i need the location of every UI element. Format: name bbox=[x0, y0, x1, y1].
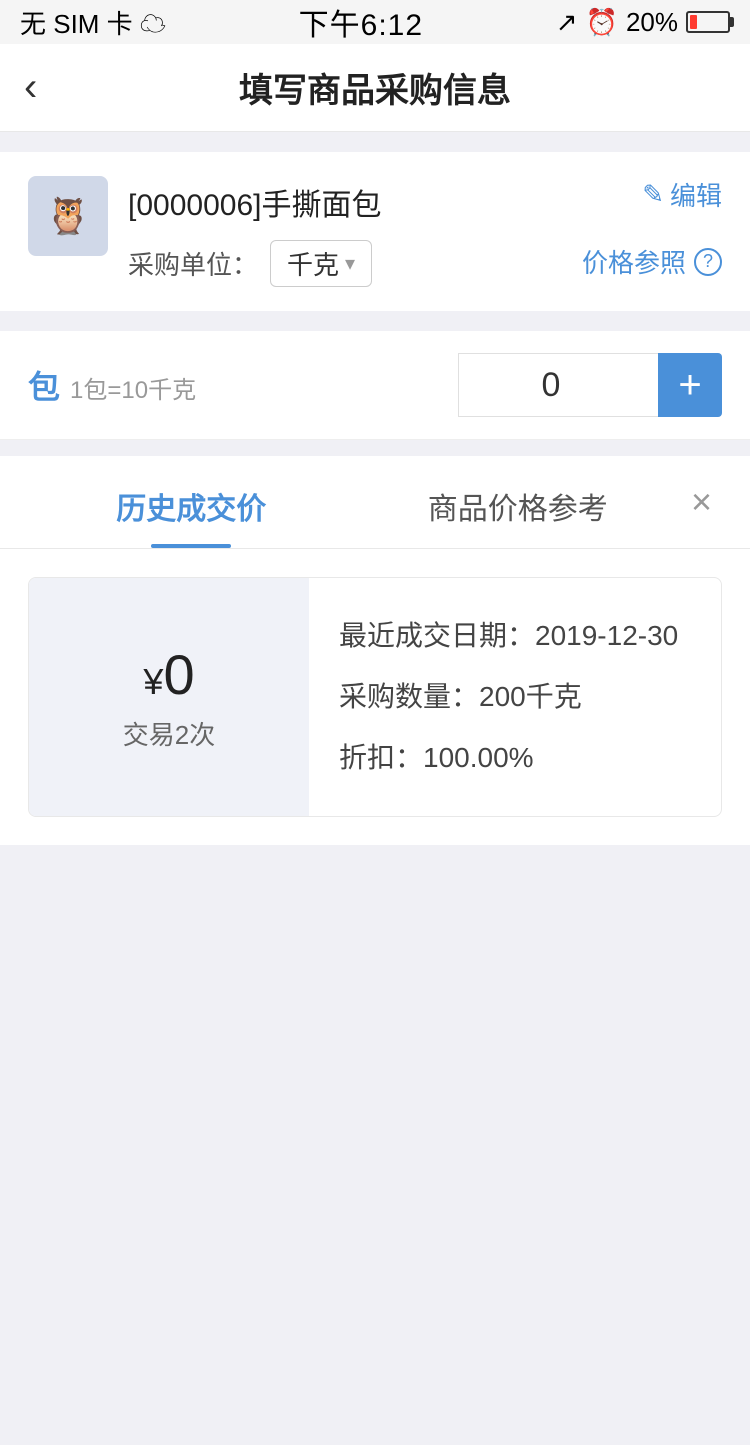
status-right: ↗ ⏰ 20% bbox=[556, 7, 730, 38]
edit-label: 编辑 bbox=[670, 176, 722, 213]
tab-header: 历史成交价 商品价格参考 × bbox=[0, 456, 750, 549]
purchase-quantity-row: 采购数量：200千克 bbox=[339, 675, 691, 720]
discount-value: 100.00% bbox=[423, 742, 534, 773]
battery-percent: 20% bbox=[626, 7, 678, 38]
edit-button[interactable]: ✎ 编辑 bbox=[642, 176, 722, 213]
info-icon: ? bbox=[694, 248, 722, 276]
purchase-quantity-label: 采购数量： bbox=[339, 681, 479, 712]
product-image: 🦉 bbox=[28, 176, 108, 256]
product-thumbnail-icon: 🦉 bbox=[46, 195, 91, 237]
status-left: 无 SIM 卡 ☁ bbox=[20, 4, 166, 41]
network-status: 无 SIM 卡 ☁ bbox=[20, 4, 166, 41]
quantity-plus-button[interactable]: + bbox=[658, 353, 722, 417]
status-bar: 无 SIM 卡 ☁ 下午6:12 ↗ ⏰ 20% bbox=[0, 0, 750, 44]
alarm-icon: ⏰ bbox=[586, 7, 618, 38]
tab-history-price[interactable]: 历史成交价 bbox=[28, 456, 354, 548]
nav-bar: ‹ 填写商品采购信息 bbox=[0, 44, 750, 132]
recent-date-row: 最近成交日期：2019-12-30 bbox=[339, 614, 691, 659]
quantity-input[interactable] bbox=[458, 353, 658, 417]
currency-symbol: ¥ bbox=[143, 661, 163, 702]
price-ref-label: 价格参照 bbox=[582, 243, 686, 280]
price-trades: 交易2次 bbox=[123, 715, 215, 752]
unit-label: 采购单位： bbox=[128, 245, 258, 282]
quantity-row: 包 1包=10千克 + bbox=[0, 331, 750, 440]
recent-date-value: 2019-12-30 bbox=[535, 620, 678, 651]
tab-section: 历史成交价 商品价格参考 × ¥0 交易2次 最近成交日期：2019-12-30… bbox=[0, 456, 750, 845]
back-button[interactable]: ‹ bbox=[24, 65, 37, 110]
product-card: 🦉 [0000006]手撕面包 采购单位： 千克 ▾ ✎ 编辑 价格参照 bbox=[0, 152, 750, 311]
product-unit-row: 采购单位： 千克 ▾ bbox=[128, 240, 381, 287]
quantity-label: 包 1包=10千克 bbox=[28, 362, 196, 408]
quantity-conversion: 1包=10千克 bbox=[70, 370, 196, 405]
unit-selector[interactable]: 千克 ▾ bbox=[270, 240, 372, 287]
location-icon: ↗ bbox=[556, 7, 578, 38]
product-name: [0000006]手撕面包 bbox=[128, 180, 381, 224]
product-info: [0000006]手撕面包 采购单位： 千克 ▾ bbox=[128, 176, 381, 287]
price-card-right: 最近成交日期：2019-12-30 采购数量：200千克 折扣：100.00% bbox=[309, 578, 721, 816]
price-value: 0 bbox=[163, 643, 194, 706]
unit-value: 千克 bbox=[287, 245, 339, 282]
quantity-input-area: + bbox=[458, 353, 722, 417]
tab-product-price-ref[interactable]: 商品价格参考 bbox=[354, 456, 680, 548]
product-left: 🦉 [0000006]手撕面包 采购单位： 千克 ▾ bbox=[28, 176, 381, 287]
price-card-left: ¥0 交易2次 bbox=[29, 578, 309, 816]
product-header: 🦉 [0000006]手撕面包 采购单位： 千克 ▾ ✎ 编辑 价格参照 bbox=[28, 176, 722, 287]
tab-content-history-price: ¥0 交易2次 最近成交日期：2019-12-30 采购数量：200千克 折扣：… bbox=[0, 549, 750, 845]
recent-date-label: 最近成交日期： bbox=[339, 620, 535, 651]
price-card: ¥0 交易2次 最近成交日期：2019-12-30 采购数量：200千克 折扣：… bbox=[28, 577, 722, 817]
unit-dropdown-arrow: ▾ bbox=[345, 251, 355, 276]
status-time: 下午6:12 bbox=[299, 0, 423, 44]
discount-row: 折扣：100.00% bbox=[339, 736, 691, 781]
purchase-quantity-value: 200千克 bbox=[479, 681, 582, 712]
page-background bbox=[0, 845, 750, 1445]
edit-icon: ✎ bbox=[642, 179, 664, 210]
discount-label: 折扣： bbox=[339, 742, 423, 773]
quantity-unit: 包 bbox=[28, 362, 60, 408]
section-divider bbox=[0, 311, 750, 331]
battery-icon bbox=[686, 11, 730, 33]
tab-close-button[interactable]: × bbox=[681, 461, 722, 543]
page-title: 填写商品采购信息 bbox=[239, 63, 511, 112]
price-ref-button[interactable]: 价格参照 ? bbox=[582, 243, 722, 280]
price-amount: ¥0 bbox=[143, 642, 194, 707]
